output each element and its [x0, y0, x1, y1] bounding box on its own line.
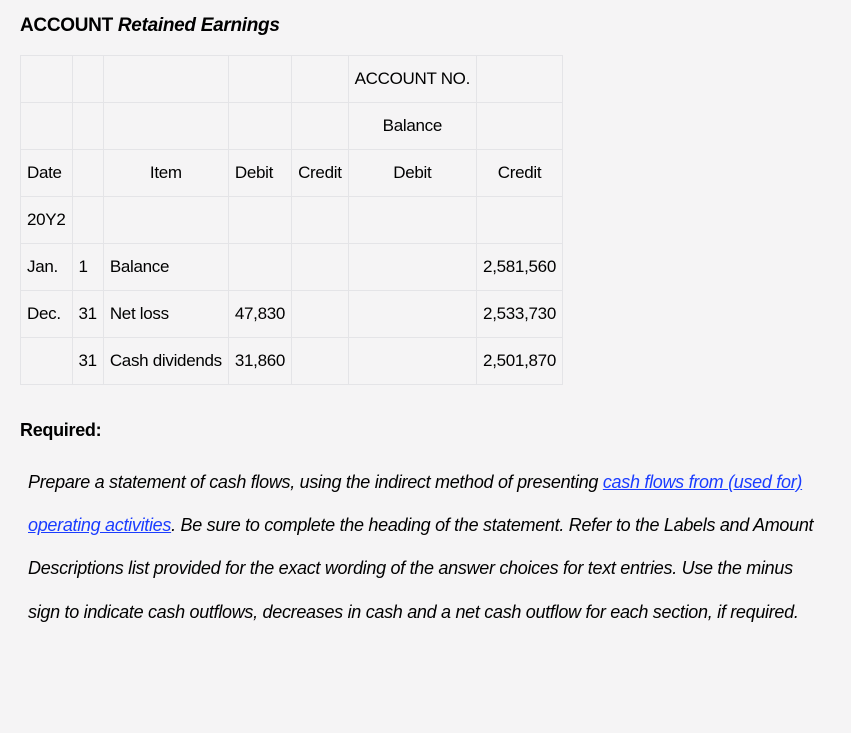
cell-bal-debit	[348, 197, 476, 244]
header-credit: Credit	[292, 150, 349, 197]
cell-item	[103, 197, 228, 244]
cell-empty	[292, 56, 349, 103]
header-item: Item	[103, 150, 228, 197]
cell-debit	[228, 244, 291, 291]
cell-day: 31	[72, 338, 103, 385]
account-label: ACCOUNT	[20, 15, 113, 36]
account-name: Retained Earnings	[118, 15, 280, 36]
table-row: 31 Cash dividends 31,860 2,501,870	[21, 338, 563, 385]
cell-item: Balance	[103, 244, 228, 291]
balance-header: Balance	[348, 103, 476, 150]
cell-credit	[292, 291, 349, 338]
cell-month: Dec.	[21, 291, 73, 338]
required-label: Required:	[20, 420, 831, 441]
cell-credit	[292, 197, 349, 244]
instructions-text: Prepare a statement of cash flows, using…	[20, 461, 831, 634]
table-row: 20Y2	[21, 197, 563, 244]
cell-empty	[21, 103, 73, 150]
cell-bal-debit	[348, 291, 476, 338]
cell-debit: 47,830	[228, 291, 291, 338]
cell-empty	[72, 103, 103, 150]
table-row: Jan. 1 Balance 2,581,560	[21, 244, 563, 291]
cell-month: 20Y2	[21, 197, 73, 244]
header-bal-debit: Debit	[348, 150, 476, 197]
cell-bal-credit	[477, 197, 563, 244]
table-row: Balance	[21, 103, 563, 150]
header-bal-credit: Credit	[477, 150, 563, 197]
cell-month: Jan.	[21, 244, 73, 291]
cell-empty	[72, 56, 103, 103]
cell-empty	[228, 56, 291, 103]
cell-month	[21, 338, 73, 385]
cell-day	[72, 197, 103, 244]
table-row: Dec. 31 Net loss 47,830 2,533,730	[21, 291, 563, 338]
cell-empty	[292, 103, 349, 150]
cell-empty	[228, 103, 291, 150]
cell-empty	[103, 56, 228, 103]
cell-item: Cash dividends	[103, 338, 228, 385]
cell-credit	[292, 244, 349, 291]
cell-debit	[228, 197, 291, 244]
cell-item: Net loss	[103, 291, 228, 338]
cell-debit: 31,860	[228, 338, 291, 385]
cell-empty	[477, 103, 563, 150]
cell-credit	[292, 338, 349, 385]
ledger-table: ACCOUNT NO. Balance Date Item Debit Cred…	[20, 55, 563, 385]
cell-empty	[72, 150, 103, 197]
cell-empty	[21, 56, 73, 103]
cell-bal-debit	[348, 244, 476, 291]
header-date: Date	[21, 150, 73, 197]
cell-bal-debit	[348, 338, 476, 385]
cell-empty	[477, 56, 563, 103]
cell-bal-credit: 2,581,560	[477, 244, 563, 291]
cell-empty	[103, 103, 228, 150]
table-row: ACCOUNT NO.	[21, 56, 563, 103]
cell-day: 31	[72, 291, 103, 338]
cell-day: 1	[72, 244, 103, 291]
table-row: Date Item Debit Credit Debit Credit	[21, 150, 563, 197]
instructions-before: Prepare a statement of cash flows, using…	[28, 472, 603, 492]
cell-bal-credit: 2,501,870	[477, 338, 563, 385]
account-no-label: ACCOUNT NO.	[348, 56, 476, 103]
header-debit: Debit	[228, 150, 291, 197]
account-title: ACCOUNT Retained Earnings	[20, 15, 831, 37]
cell-bal-credit: 2,533,730	[477, 291, 563, 338]
